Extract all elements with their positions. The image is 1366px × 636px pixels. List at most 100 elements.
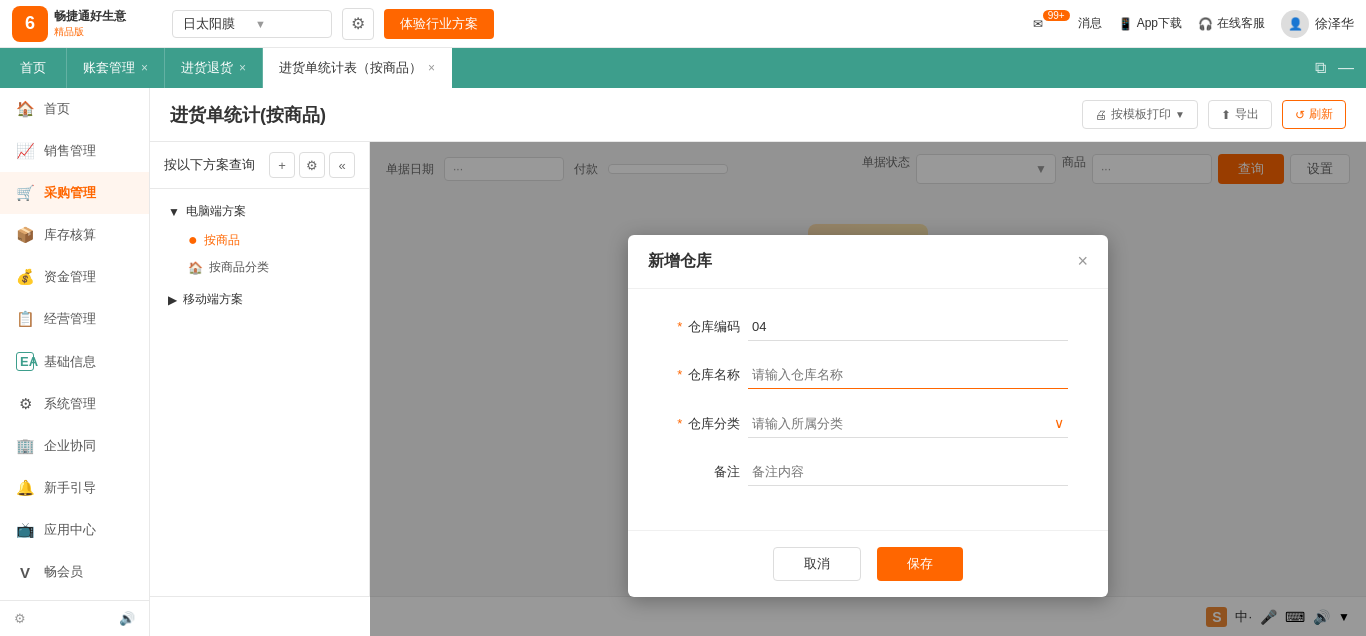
sidebar-item-operations[interactable]: 📋 经营管理: [0, 298, 149, 340]
code-input[interactable]: [748, 313, 1068, 341]
sidebar-item-member[interactable]: V 畅会员: [0, 551, 149, 593]
content-area: 进货单统计(按商品) 🖨 按模板打印 ▼ ⬆ 导出 ↺ 刷新: [150, 88, 1366, 636]
sidebar-label-finance: 资金管理: [44, 268, 96, 286]
save-button[interactable]: 保存: [877, 547, 963, 581]
logo-area: 6 畅捷通好生意 精品版: [12, 6, 162, 42]
sidebar-label-basic-info: 基础信息: [44, 353, 96, 371]
sidebar-item-appstore[interactable]: 📺 应用中心: [0, 509, 149, 551]
mobile-scheme-title[interactable]: ▶ 移动端方案: [160, 285, 359, 314]
active-dot-icon: ●: [188, 231, 198, 249]
tab-home[interactable]: 首页: [0, 48, 67, 88]
sidebar-item-system[interactable]: ⚙ 系统管理: [0, 383, 149, 425]
remark-input[interactable]: [748, 458, 1068, 486]
tabbar: 首页 账套管理 × 进货退货 × 进货单统计表（按商品） × ⧉ —: [0, 48, 1366, 88]
sidebar-label-system: 系统管理: [44, 395, 96, 413]
avatar-icon: 👤: [1288, 17, 1303, 31]
export-button[interactable]: ⬆ 导出: [1208, 100, 1272, 129]
online-service-button[interactable]: 🎧 在线客服: [1198, 15, 1265, 32]
collapse-scheme-button[interactable]: «: [329, 152, 355, 178]
member-icon: V: [16, 564, 34, 581]
dialog-overlay: 新增仓库 × * 仓库编码: [370, 142, 1366, 636]
inventory-icon: 📦: [16, 226, 34, 244]
category-select[interactable]: ∨: [748, 409, 1068, 438]
app-download-button[interactable]: 📱 App下载: [1118, 15, 1182, 32]
nav-item-by-goods[interactable]: ● 按商品: [160, 226, 359, 254]
settings-gear-button[interactable]: ⚙: [342, 8, 374, 40]
tab-account[interactable]: 账套管理 ×: [67, 48, 165, 88]
topbar: 6 畅捷通好生意 精品版 日太阳膜 ▼ ⚙ 体验行业方案 ✉ 99+ 消息 📱 …: [0, 0, 1366, 48]
export-icon: ⬆: [1221, 108, 1231, 122]
sales-icon: 📈: [16, 142, 34, 160]
gear-icon: ⚙: [351, 14, 365, 33]
close-purchase-stats-tab-icon[interactable]: ×: [428, 61, 435, 75]
mobile-scheme-section: ▶ 移动端方案: [160, 285, 359, 314]
message-badge: 99+: [1043, 10, 1070, 21]
page-title: 进货单统计(按商品): [170, 103, 326, 127]
left-panel: 按以下方案查询 + ⚙ « ▼ 电脑端方案 ●: [150, 142, 370, 636]
dialog-header: 新增仓库 ×: [628, 235, 1108, 289]
category-input[interactable]: [752, 416, 1054, 431]
scheme-buttons: + ⚙ «: [269, 152, 355, 178]
sidebar-item-purchase[interactable]: 🛒 采购管理: [0, 172, 149, 214]
home-icon: 🏠: [16, 100, 34, 118]
main-layout: 🏠 首页 📈 销售管理 🛒 采购管理 📦 库存核算 💰 资金管理 📋 经营管理 …: [0, 88, 1366, 636]
category-icon: 🏠: [188, 261, 203, 275]
sidebar-label-operations: 经营管理: [44, 310, 96, 328]
sidebar-label-inventory: 库存核算: [44, 226, 96, 244]
expand-mobile-icon: ▶: [168, 293, 177, 307]
sidebar: 🏠 首页 📈 销售管理 🛒 采购管理 📦 库存核算 💰 资金管理 📋 经营管理 …: [0, 88, 150, 636]
avatar: 👤: [1281, 10, 1309, 38]
sidebar-label-home: 首页: [44, 100, 70, 118]
message-button[interactable]: ✉ 99+ 消息: [1033, 15, 1102, 32]
restore-window-button[interactable]: ⧉: [1311, 55, 1330, 81]
tab-purchase-return[interactable]: 进货退货 ×: [165, 48, 263, 88]
purchase-icon: 🛒: [16, 184, 34, 202]
cancel-button[interactable]: 取消: [773, 547, 861, 581]
sidebar-item-inventory[interactable]: 📦 库存核算: [0, 214, 149, 256]
refresh-button[interactable]: ↺ 刷新: [1282, 100, 1346, 129]
refresh-icon: ↺: [1295, 108, 1305, 122]
sidebar-item-basic-info[interactable]: EA 基础信息: [0, 340, 149, 383]
sidebar-label-sales: 销售管理: [44, 142, 96, 160]
left-panel-header: 按以下方案查询 + ⚙ «: [150, 142, 369, 189]
main-inner: 按以下方案查询 + ⚙ « ▼ 电脑端方案 ●: [150, 142, 1366, 636]
sidebar-item-guide[interactable]: 🔔 新手引导: [0, 467, 149, 509]
add-scheme-button[interactable]: +: [269, 152, 295, 178]
message-label: 消息: [1078, 15, 1102, 32]
dialog-body: * 仓库编码 * 仓库名称: [628, 289, 1108, 530]
purchase-return-tab-label: 进货退货: [181, 59, 233, 77]
close-purchase-return-tab-icon[interactable]: ×: [239, 61, 246, 75]
name-input[interactable]: [748, 361, 1068, 389]
minimize-window-button[interactable]: —: [1334, 55, 1358, 81]
store-selector[interactable]: 日太阳膜 ▼: [172, 10, 332, 38]
finance-icon: 💰: [16, 268, 34, 286]
print-button[interactable]: 🖨 按模板打印 ▼: [1082, 100, 1198, 129]
user-area[interactable]: 👤 徐泽华: [1281, 10, 1354, 38]
sidebar-item-sales[interactable]: 📈 销售管理: [0, 130, 149, 172]
remark-form-row: 备注: [668, 458, 1068, 486]
tab-purchase-stats[interactable]: 进货单统计表（按商品） ×: [263, 48, 452, 88]
code-label: * 仓库编码: [668, 318, 748, 336]
account-tab-label: 账套管理: [83, 59, 135, 77]
dialog-close-button[interactable]: ×: [1077, 251, 1088, 272]
pc-scheme-title[interactable]: ▼ 电脑端方案: [160, 197, 359, 226]
sidebar-item-home[interactable]: 🏠 首页: [0, 88, 149, 130]
sidebar-label-member: 畅会员: [44, 563, 83, 581]
basic-info-icon: EA: [16, 352, 34, 371]
sidebar-label-purchase: 采购管理: [44, 184, 96, 202]
sidebar-bottom-settings-icon[interactable]: ⚙: [14, 611, 26, 626]
query-scheme-label: 按以下方案查询: [164, 156, 255, 174]
sidebar-item-finance[interactable]: 💰 资金管理: [0, 256, 149, 298]
name-form-row: * 仓库名称: [668, 361, 1068, 389]
topbar-right: ✉ 99+ 消息 📱 App下载 🎧 在线客服 👤 徐泽华: [1033, 10, 1354, 38]
sidebar-item-enterprise[interactable]: 🏢 企业协同: [0, 425, 149, 467]
close-account-tab-icon[interactable]: ×: [141, 61, 148, 75]
nav-item-by-category[interactable]: 🏠 按商品分类: [160, 254, 359, 281]
pc-scheme-section: ▼ 电脑端方案 ● 按商品 🏠 按商品分类: [160, 197, 359, 281]
new-warehouse-dialog: 新增仓库 × * 仓库编码: [628, 235, 1108, 597]
dialog-footer: 取消 保存: [628, 530, 1108, 597]
settings-scheme-button[interactable]: ⚙: [299, 152, 325, 178]
trial-button[interactable]: 体验行业方案: [384, 9, 494, 39]
sidebar-bottom-speaker-icon[interactable]: 🔊: [119, 611, 135, 626]
headset-icon: 🎧: [1198, 17, 1213, 31]
